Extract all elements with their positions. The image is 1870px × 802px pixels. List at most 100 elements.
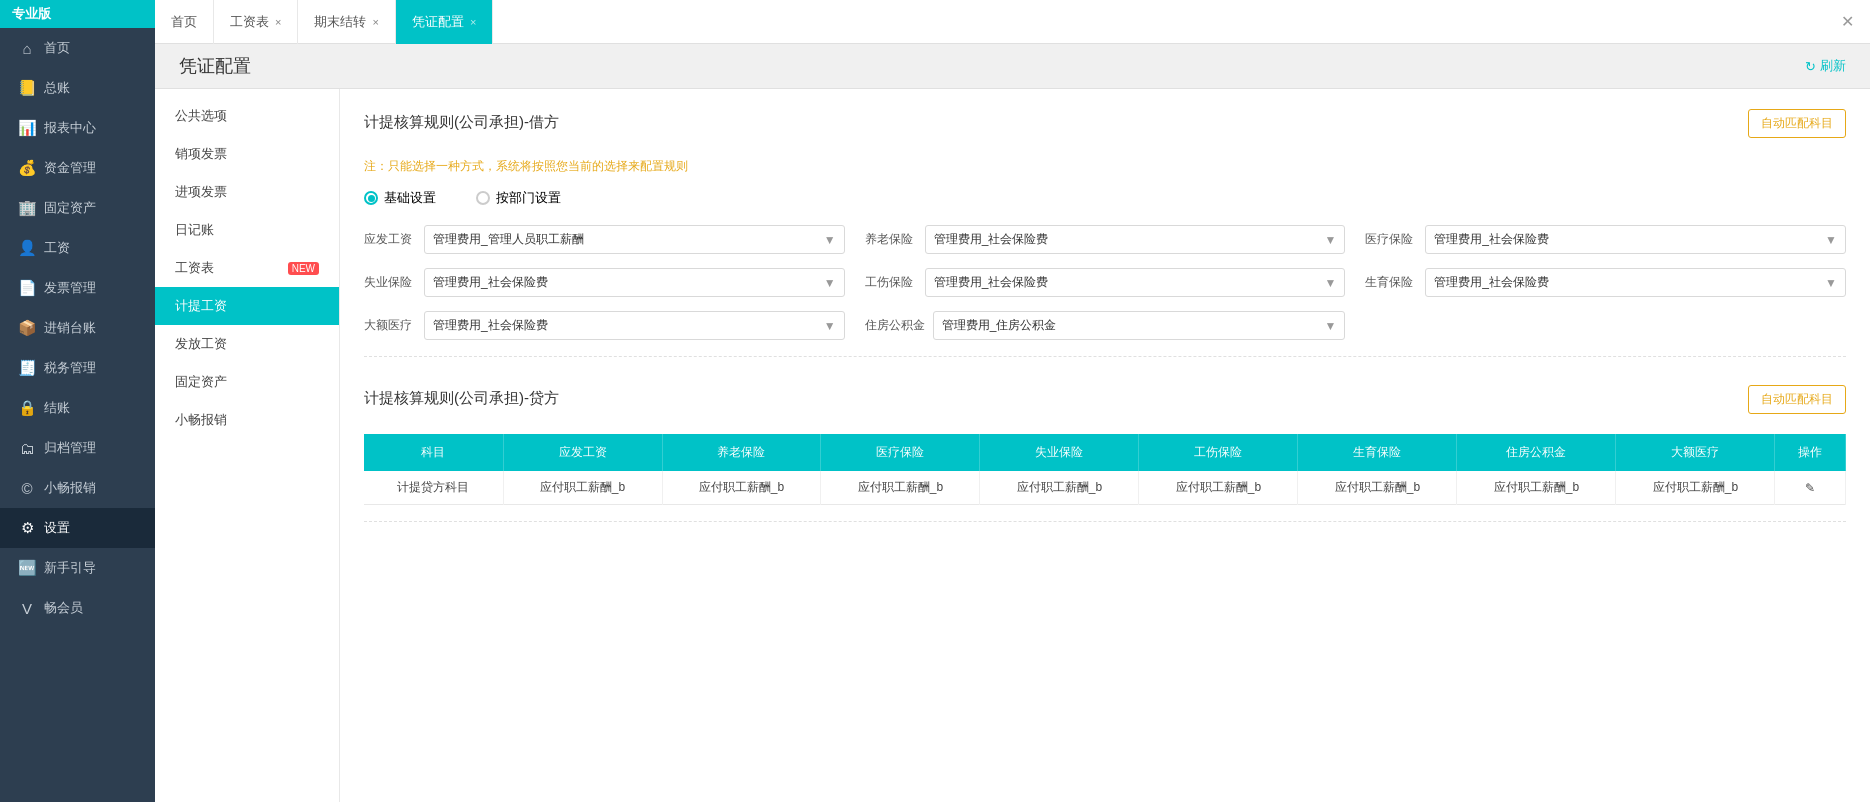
debit-select-sybx[interactable]: 管理费用_社会保险费 ▼ [424,268,845,297]
sidebar-item-reports[interactable]: 📊报表中心 [0,108,155,148]
sidebar-label-funds: 资金管理 [44,159,96,177]
refresh-button[interactable]: ↻ 刷新 [1805,57,1846,75]
chevron-down-icon: ▼ [1324,276,1336,290]
tax-icon: 🧾 [18,359,36,377]
tab-close-voucher-config[interactable]: × [470,16,476,28]
debit-label-ylbx2: 医疗保险 [1365,231,1417,248]
left-nav-sales-invoice[interactable]: 销项发票 [155,135,339,173]
debit-label-syb: 生育保险 [1365,274,1417,291]
left-nav-accrual-salary[interactable]: 计提工资 [155,287,339,325]
data-cell: 应付职工薪酬_b [1616,471,1775,505]
debit-form-grid: 应发工资 管理费用_管理人员职工薪酬 ▼ 养老保险 管理费用_社会保险费 ▼ 医… [364,225,1846,340]
tab-voucher-config[interactable]: 凭证配置 × [396,0,493,44]
col-失业保险: 失业保险 [980,434,1139,471]
sidebar-item-invoice-mgmt[interactable]: 📄发票管理 [0,268,155,308]
tab-close-period-close[interactable]: × [372,16,378,28]
sidebar-item-settings[interactable]: ⚙设置 [0,508,155,548]
auto-match-debit-button[interactable]: 自动匹配科目 [1748,109,1846,138]
sidebar-label-salary: 工资 [44,239,70,257]
section-debit: 计提核算规则(公司承担)-借方 自动匹配科目 注：只能选择一种方式，系统将按照您… [364,109,1846,357]
debit-field-gjj: 住房公积金 管理费用_住房公积金 ▼ [865,311,1346,340]
closing-icon: 🔒 [18,399,36,417]
debit-label-gjj: 住房公积金 [865,317,925,334]
home-icon: ⌂ [18,40,36,57]
debit-select-dely[interactable]: 管理费用_社会保险费 ▼ [424,311,845,340]
chevron-down-icon: ▼ [824,233,836,247]
left-nav-expense-report[interactable]: 小畅报销 [155,401,339,439]
auto-match-credit-button[interactable]: 自动匹配科目 [1748,385,1846,414]
left-nav-fixed-assets[interactable]: 固定资产 [155,363,339,401]
data-cell: 应付职工薪酬_b [662,471,821,505]
radio-dept[interactable]: 按部门设置 [476,189,561,207]
debit-select-value-yfgz: 管理费用_管理人员职工薪酬 [433,231,584,248]
sidebar-item-home[interactable]: ⌂首页 [0,28,155,68]
debit-label-dely: 大额医疗 [364,317,416,334]
sidebar-item-salary[interactable]: 👤 工资 [0,228,155,268]
radio-basic[interactable]: 基础设置 [364,189,436,207]
sidebar-item-assets[interactable]: 🏢固定资产 [0,188,155,228]
sidebar-label-reports: 报表中心 [44,119,96,137]
tab-home[interactable]: 首页 [155,0,214,44]
left-nav-purchase-invoice[interactable]: 进项发票 [155,173,339,211]
tab-label-home: 首页 [171,13,197,31]
sidebar-item-tax[interactable]: 🧾 税务管理 [0,348,155,388]
debit-label-yfgz: 应发工资 [364,231,416,248]
chevron-down-icon: ▼ [1324,319,1336,333]
debit-field-ylbx2: 医疗保险 管理费用_社会保险费 ▼ [1365,225,1846,254]
debit-select-ylbx2[interactable]: 管理费用_社会保险费 ▼ [1425,225,1846,254]
left-nav-public[interactable]: 公共选项 [155,97,339,135]
sidebar-item-ledger[interactable]: 📒总账 [0,68,155,108]
left-nav-label-pay-salary: 发放工资 [175,335,227,353]
data-cell: 应付职工薪酬_b [980,471,1139,505]
sidebar-label-tax: 税务管理 [44,359,96,377]
left-nav-label-journal: 日记账 [175,221,214,239]
section2-title: 计提核算规则(公司承担)-贷方 [364,389,559,408]
close-icon[interactable]: ✕ [1841,12,1854,31]
sidebar-item-xiaochang[interactable]: ©小畅报销 [0,468,155,508]
debit-select-value-ylbx: 管理费用_社会保险费 [934,231,1049,248]
debit-field-yfgz: 应发工资 管理费用_管理人员职工薪酬 ▼ [364,225,845,254]
debit-select-gjj[interactable]: 管理费用_住房公积金 ▼ [933,311,1346,340]
section-credit: 计提核算规则(公司承担)-贷方 自动匹配科目 科目应发工资养老保险医疗保险失业保… [364,385,1846,522]
debit-select-yfgz[interactable]: 管理费用_管理人员职工薪酬 ▼ [424,225,845,254]
sidebar-label-assets: 固定资产 [44,199,96,217]
debit-select-gsbx[interactable]: 管理费用_社会保险费 ▼ [925,268,1346,297]
section1-header: 计提核算规则(公司承担)-借方 自动匹配科目 [364,109,1846,146]
tab-close-salary-table[interactable]: × [275,16,281,28]
debit-select-value-gjj: 管理费用_住房公积金 [942,317,1057,334]
tab-period-close[interactable]: 期末结转× [298,0,395,44]
left-nav-pay-salary[interactable]: 发放工资 [155,325,339,363]
sidebar-label-archive: 归档管理 [44,439,96,457]
section2-header: 计提核算规则(公司承担)-贷方 自动匹配科目 [364,385,1846,422]
left-nav-journal[interactable]: 日记账 [155,211,339,249]
right-content: 计提核算规则(公司承担)-借方 自动匹配科目 注：只能选择一种方式，系统将按照您… [340,89,1870,802]
radio-basic-circle [364,191,378,205]
debit-select-value-gsbx: 管理费用_社会保险费 [934,274,1049,291]
sidebar-item-sales[interactable]: 📦进销台账 [0,308,155,348]
col-科目: 科目 [364,434,503,471]
action-cell[interactable]: ✎ [1775,471,1846,505]
settings-icon: ⚙ [18,519,36,537]
sidebar-item-guide[interactable]: 🆕新手引导 [0,548,155,588]
sidebar-item-closing[interactable]: 🔒结账 [0,388,155,428]
left-nav-label-purchase-invoice: 进项发票 [175,183,227,201]
xiaochang-icon: © [18,480,36,497]
left-nav-salary-table-nav[interactable]: 工资表NEW [155,249,339,287]
col-大额医疗: 大额医疗 [1616,434,1775,471]
radio-dept-label: 按部门设置 [496,189,561,207]
left-nav-label-sales-invoice: 销项发票 [175,145,227,163]
sidebar-item-archive[interactable]: 🗂归档管理 [0,428,155,468]
sidebar-item-member[interactable]: V畅会员 [0,588,155,628]
tab-salary-table[interactable]: 工资表× [214,0,298,44]
debit-select-ylbx[interactable]: 管理费用_社会保险费 ▼ [925,225,1346,254]
left-nav: 公共选项销项发票进项发票日记账工资表NEW计提工资发放工资固定资产小畅报销 [155,89,340,802]
sidebar-item-funds[interactable]: 💰资金管理 [0,148,155,188]
debit-select-syb[interactable]: 管理费用_社会保险费 ▼ [1425,268,1846,297]
col-医疗保险: 医疗保险 [821,434,980,471]
debit-label-gsbx: 工伤保险 [865,274,917,291]
tab-label-voucher-config: 凭证配置 [412,13,464,31]
salary-icon: 👤 [18,239,36,257]
data-cell: 应付职工薪酬_b [1457,471,1616,505]
debit-select-value-ylbx2: 管理费用_社会保险费 [1434,231,1549,248]
credit-table: 科目应发工资养老保险医疗保险失业保险工伤保险生育保险住房公积金大额医疗操作 计提… [364,434,1846,505]
